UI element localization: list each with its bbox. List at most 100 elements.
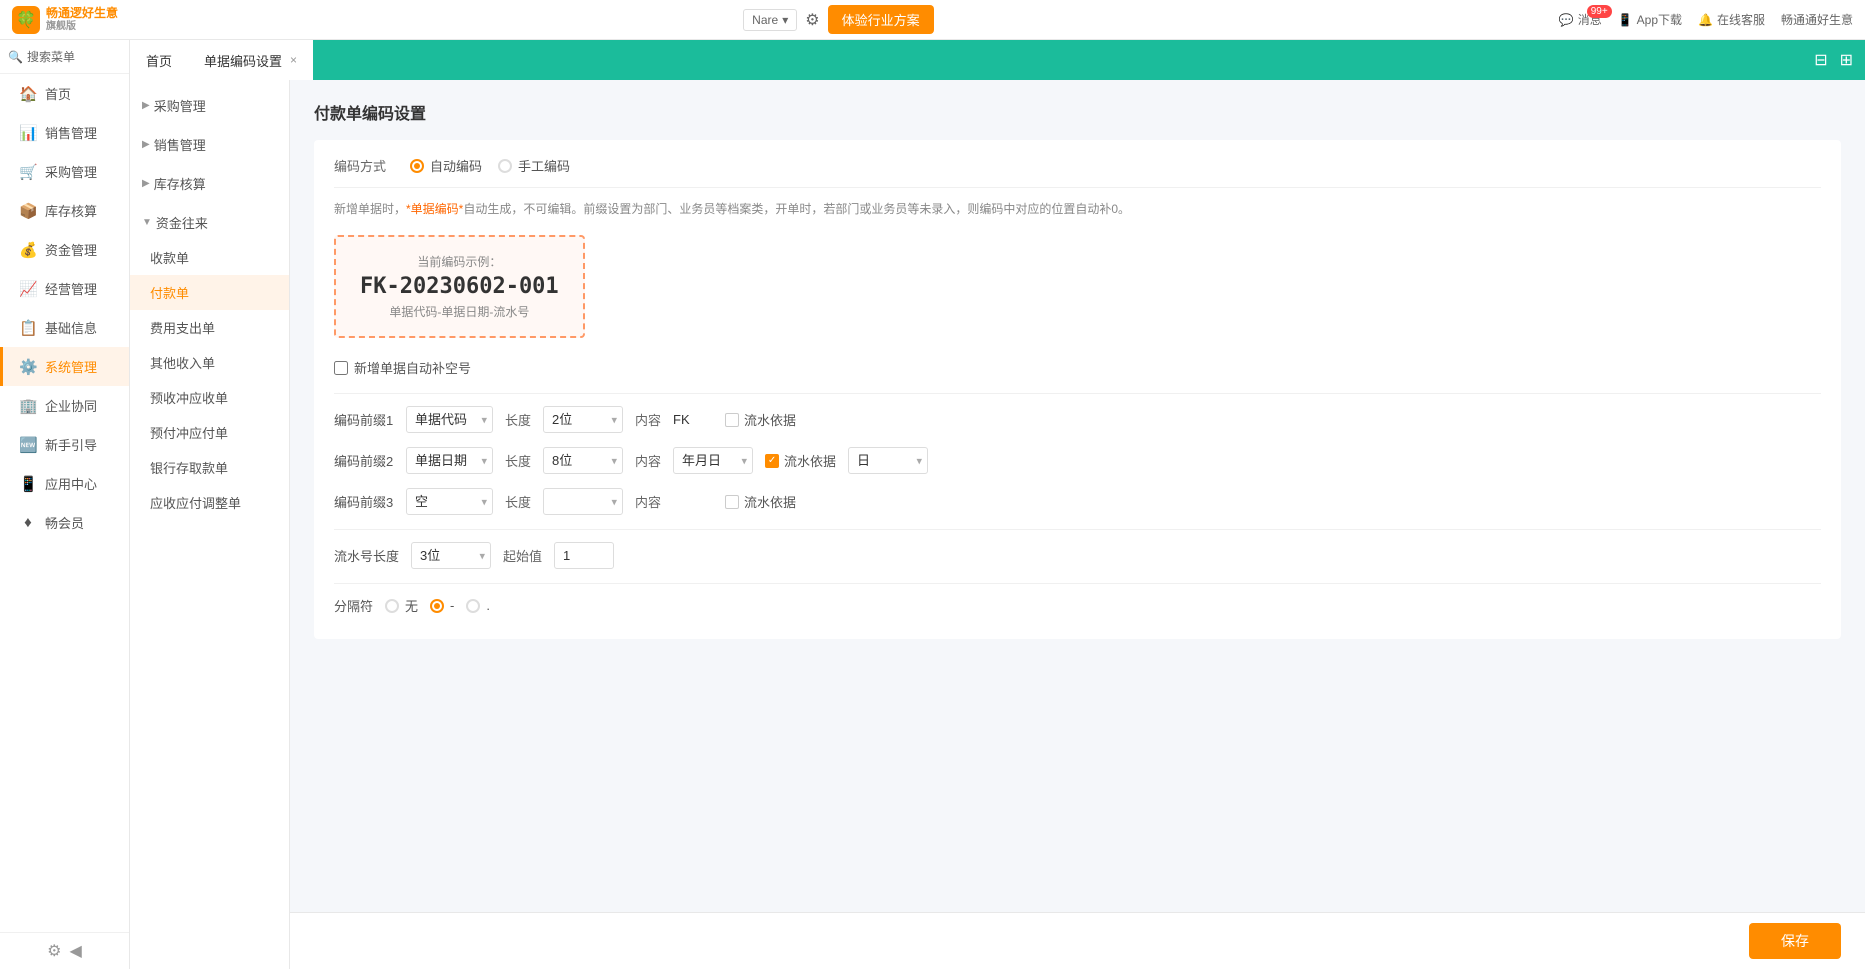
page-title: 付款单编码设置 <box>314 100 1841 124</box>
settings-card: 编码方式 自动编码 手工编码 <box>314 140 1841 639</box>
prefix1-length-label: 长度 <box>505 410 531 429</box>
search-menu[interactable]: 🔍 搜索菜单 <box>0 40 129 74</box>
tab-minimize-icon[interactable]: ⊟ <box>1814 50 1827 70</box>
prefix1-row: 编码前缀1 单据代码 部门 业务员 空 长度 <box>334 406 1821 433</box>
prefix2-unit-wrapper: 日 月 年 <box>848 447 928 474</box>
auto-code-radio[interactable]: 自动编码 <box>410 156 482 175</box>
sub-item-bank[interactable]: 银行存取款单 <box>130 450 289 485</box>
message-button[interactable]: 💬 消息 99+ <box>1559 11 1602 28</box>
sub-group-inventory: ▶ 库存核算 <box>130 166 289 201</box>
sidebar-item-enterprise[interactable]: 🏢 企业协同 <box>0 386 129 425</box>
separator-options: 无 - . <box>385 596 490 615</box>
prefix3-length-label: 长度 <box>505 492 531 511</box>
member-icon: ♦ <box>19 514 37 531</box>
sub-item-prepay-payable[interactable]: 预付冲应付单 <box>130 415 289 450</box>
sub-item-other-income[interactable]: 其他收入单 <box>130 345 289 380</box>
prefix3-length-select[interactable]: 2位 4位 <box>543 488 623 515</box>
sidebar-item-purchase[interactable]: 🛒 采购管理 <box>0 152 129 191</box>
sub-item-payment[interactable]: 付款单 <box>130 275 289 310</box>
sub-group-capital-title[interactable]: ▼ 资金往来 <box>130 205 289 240</box>
sub-item-receipt[interactable]: 收款单 <box>130 240 289 275</box>
service-icon: 🔔 <box>1698 13 1713 27</box>
prefix2-stream-check[interactable]: ✓ 流水依据 <box>765 451 836 470</box>
settings-icon[interactable]: ⚙ <box>805 10 819 30</box>
tab-home-label: 首页 <box>146 51 172 70</box>
sidebar-item-basic[interactable]: 📋 基础信息 <box>0 308 129 347</box>
prefix1-select[interactable]: 单据代码 部门 业务员 空 <box>406 406 493 433</box>
separator-row: 分隔符 无 - <box>334 596 1821 615</box>
tabbar: 首页 单据编码设置 × ⊟ ⊞ <box>130 40 1865 80</box>
save-button[interactable]: 保存 <box>1749 923 1841 959</box>
auto-code-label: 自动编码 <box>430 156 482 175</box>
sidebar-label-finance: 资金管理 <box>45 240 97 259</box>
serial-length-select[interactable]: 3位 4位 5位 6位 <box>411 542 491 569</box>
sidebar-item-guide[interactable]: 🆕 新手引导 <box>0 425 129 464</box>
auto-fill-checkbox[interactable] <box>334 361 348 375</box>
sub-item-adjust[interactable]: 应收应付调整单 <box>130 485 289 520</box>
prefix2-stream-checkbox[interactable]: ✓ <box>765 454 779 468</box>
hint-text: 新增单据时，*单据编码*自动生成，不可编辑。前缀设置为部门、业务员等档案类，开单… <box>334 200 1821 219</box>
sidebar-item-member[interactable]: ♦ 畅会员 <box>0 503 129 542</box>
footer-collapse-icon[interactable]: ◀ <box>70 941 82 961</box>
prefix3-row: 编码前缀3 空 单据代码 单据日期 部门 长度 <box>334 488 1821 515</box>
sidebar-item-sales[interactable]: 📊 销售管理 <box>0 113 129 152</box>
sep-dash-dot <box>430 599 444 613</box>
prefix2-row: 编码前缀2 单据日期 单据代码 部门 空 长度 <box>334 447 1821 474</box>
prefix2-content-select[interactable]: 年月日 年月 年 <box>673 447 753 474</box>
sub-item-expense[interactable]: 费用支出单 <box>130 310 289 345</box>
trial-button[interactable]: 体验行业方案 <box>828 5 934 34</box>
user-profile[interactable]: 畅通通好生意 <box>1781 11 1853 28</box>
prefix2-select[interactable]: 单据日期 单据代码 部门 空 <box>406 447 493 474</box>
prefix1-stream-checkbox[interactable] <box>725 413 739 427</box>
sub-group-purchase-title[interactable]: ▶ 采购管理 <box>130 88 289 123</box>
sep-dash-radio[interactable]: - <box>430 598 454 613</box>
prefix1-label: 编码前缀1 <box>334 410 394 429</box>
topbar-dropdown[interactable]: Nare ▾ <box>743 9 797 31</box>
content-area: ▶ 采购管理 ▶ 销售管理 ▶ 库存核算 <box>130 80 1865 969</box>
sub-group-inventory-title[interactable]: ▶ 库存核算 <box>130 166 289 201</box>
arrow-right-icon3: ▶ <box>142 178 150 189</box>
divider1 <box>334 187 1821 188</box>
sidebar-label-home: 首页 <box>45 84 71 103</box>
sep-dot-radio[interactable]: . <box>466 598 490 613</box>
logo-line2: 旗舰版 <box>46 21 118 33</box>
manual-code-radio[interactable]: 手工编码 <box>498 156 570 175</box>
prefix3-stream-check[interactable]: 流水依据 <box>725 492 796 511</box>
tab-close-icon[interactable]: × <box>290 53 297 67</box>
prefix2-length-select[interactable]: 8位 4位 6位 <box>543 447 623 474</box>
sidebar-item-finance[interactable]: 💰 资金管理 <box>0 230 129 269</box>
sidebar-item-system[interactable]: ⚙️ 系统管理 <box>0 347 129 386</box>
sidebar-label-basic: 基础信息 <box>45 318 97 337</box>
footer-settings-icon[interactable]: ⚙ <box>47 941 61 961</box>
prefix2-unit-select[interactable]: 日 月 年 <box>848 447 928 474</box>
online-service-button[interactable]: 🔔 在线客服 <box>1698 11 1765 28</box>
prefix1-length-select[interactable]: 2位 4位 6位 <box>543 406 623 433</box>
prefix1-stream-check[interactable]: 流水依据 <box>725 410 796 429</box>
sep-none-radio[interactable]: 无 <box>385 596 418 615</box>
preview-label: 当前编码示例： <box>360 253 559 270</box>
download-icon: 📱 <box>1618 13 1633 27</box>
auto-fill-label: 新增单据自动补空号 <box>354 358 471 377</box>
tab-home[interactable]: 首页 <box>130 40 188 80</box>
start-value-input[interactable] <box>554 542 614 569</box>
tab-code-settings[interactable]: 单据编码设置 × <box>188 40 313 80</box>
sidebar-label-guide: 新手引导 <box>45 435 97 454</box>
app-download-button[interactable]: 📱 App下载 <box>1618 11 1682 28</box>
sub-group-sales-title[interactable]: ▶ 销售管理 <box>130 127 289 162</box>
prefix2-length-wrapper: 8位 4位 6位 <box>543 447 623 474</box>
sidebar-item-home[interactable]: 🏠 首页 <box>0 74 129 113</box>
system-icon: ⚙️ <box>19 358 37 376</box>
prefix3-select[interactable]: 空 单据代码 单据日期 部门 <box>406 488 493 515</box>
prefix3-stream-checkbox[interactable] <box>725 495 739 509</box>
prefix3-content-label: 内容 <box>635 492 661 511</box>
arrow-right-icon2: ▶ <box>142 139 150 150</box>
prefix2-label: 编码前缀2 <box>334 451 394 470</box>
finance-icon: 💰 <box>19 241 37 259</box>
message-icon: 💬 <box>1559 13 1574 27</box>
sidebar-item-operation[interactable]: 📈 经营管理 <box>0 269 129 308</box>
sub-item-prepay-receivable[interactable]: 预收冲应收单 <box>130 380 289 415</box>
sidebar-item-inventory[interactable]: 📦 库存核算 <box>0 191 129 230</box>
sidebar-item-apps[interactable]: 📱 应用中心 <box>0 464 129 503</box>
prefix3-label: 编码前缀3 <box>334 492 394 511</box>
tab-expand-icon[interactable]: ⊞ <box>1840 50 1853 70</box>
